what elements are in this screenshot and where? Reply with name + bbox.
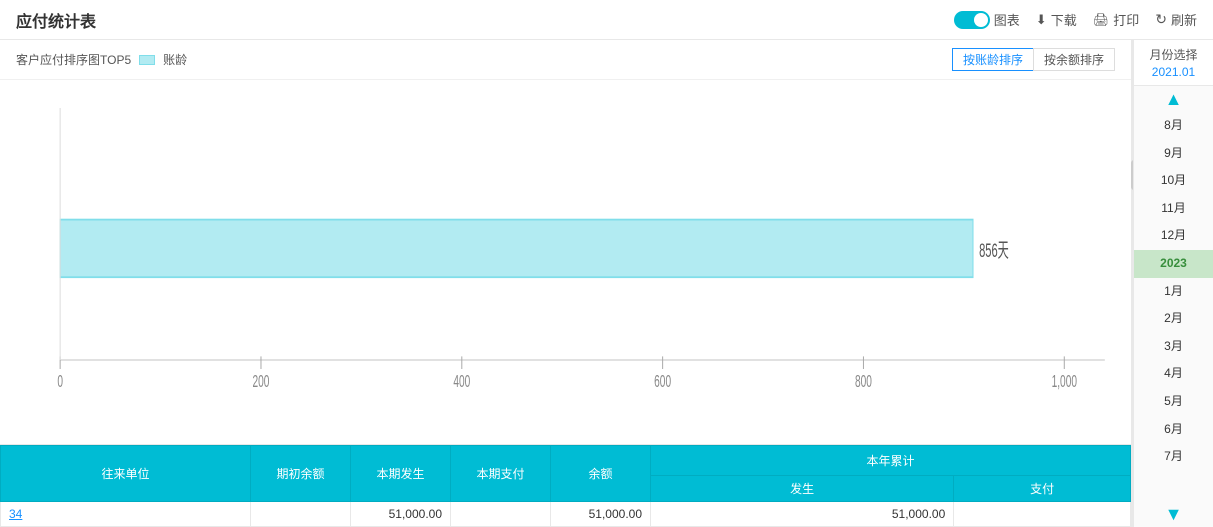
- chart-header: 客户应付排序图TOP5 账龄 按账龄排序 按余额排序: [0, 40, 1131, 80]
- col-payment-header: 本期支付: [451, 446, 551, 502]
- main-content: 客户应付排序图TOP5 账龄 按账龄排序 按余额排序 34: [0, 40, 1213, 527]
- svg-text:800: 800: [855, 372, 872, 392]
- sidebar-month-8[interactable]: 8月: [1134, 112, 1213, 140]
- sidebar-down-button[interactable]: ▼: [1134, 501, 1213, 527]
- legend-box: [139, 55, 155, 65]
- col-ytd-occurrence-header: 发生: [651, 476, 954, 502]
- opening-balance-cell: [251, 502, 351, 527]
- sidebar-month-5[interactable]: 5月: [1134, 388, 1213, 416]
- chart-area: 客户应付排序图TOP5 账龄 按账龄排序 按余额排序 34: [0, 40, 1131, 527]
- chart-svg: 34 856天 0 200: [50, 90, 1115, 414]
- sidebar-header: 月份选择 2021.01: [1134, 40, 1213, 86]
- balance-cell: 51,000.00: [551, 502, 651, 527]
- col-ytd-group-header: 本年累计: [651, 446, 1131, 476]
- legend-label: 客户应付排序图TOP5: [16, 51, 131, 68]
- print-icon: 🖨: [1093, 12, 1110, 28]
- sidebar-title: 月份选择: [1138, 46, 1209, 63]
- sort-by-amount-btn[interactable]: 按余额排序: [1033, 48, 1115, 71]
- chart-label: 图表: [994, 10, 1020, 29]
- col-ytd-payment-header: 支付: [954, 476, 1131, 502]
- unit-cell: 34: [1, 502, 251, 527]
- legend-box-label: 账龄: [163, 51, 187, 68]
- svg-text:1,000: 1,000: [1052, 372, 1077, 392]
- table-row: 34 51,000.00 51,000.00 51,000.00: [1, 502, 1131, 527]
- table-wrap: 往来单位 期初余额 本期发生 本期支付 余额 本年累计 发生 支付: [0, 445, 1131, 527]
- sidebar-current-month: 2021.01: [1138, 65, 1209, 79]
- sidebar-month-1[interactable]: 1月: [1134, 278, 1213, 306]
- col-opening-header: 期初余额: [251, 446, 351, 502]
- chart-legend: 客户应付排序图TOP5 账龄: [16, 51, 187, 68]
- ytd-payment-cell: [954, 502, 1131, 527]
- download-action[interactable]: ⬇ 下载: [1036, 10, 1077, 29]
- svg-text:200: 200: [253, 372, 270, 392]
- ytd-occurrence-cell: 51,000.00: [651, 502, 954, 527]
- current-occurrence-cell: 51,000.00: [351, 502, 451, 527]
- chart-toggle-action[interactable]: 图表: [954, 10, 1020, 29]
- download-label: 下载: [1051, 10, 1077, 29]
- sidebar-month-4[interactable]: 4月: [1134, 360, 1213, 388]
- sort-by-balance-btn[interactable]: 按账龄排序: [952, 48, 1033, 71]
- chart-sort-buttons: 按账龄排序 按余额排序: [952, 48, 1115, 71]
- sidebar-month-3[interactable]: 3月: [1134, 333, 1213, 361]
- chart-body: 34 856天 0 200: [0, 80, 1131, 444]
- chart-toggle-switch[interactable]: [954, 11, 990, 29]
- sidebar-year-2023[interactable]: 2023: [1134, 250, 1213, 278]
- sidebar-month-10[interactable]: 10月: [1134, 167, 1213, 195]
- sidebar-month-7[interactable]: 7月: [1134, 443, 1213, 471]
- table-area: 往来单位 期初余额 本期发生 本期支付 余额 本年累计 发生 支付: [0, 444, 1131, 527]
- sidebar-month-2[interactable]: 2月: [1134, 305, 1213, 333]
- col-balance-header: 余额: [551, 446, 651, 502]
- sidebar-month-12[interactable]: 12月: [1134, 222, 1213, 250]
- unit-link[interactable]: 34: [9, 507, 22, 521]
- col-unit-header: 往来单位: [1, 446, 251, 502]
- svg-text:856天: 856天: [979, 240, 1009, 262]
- refresh-label: 刷新: [1171, 10, 1197, 29]
- sidebar-month-6[interactable]: 6月: [1134, 416, 1213, 444]
- data-table: 往来单位 期初余额 本期发生 本期支付 余额 本年累计 发生 支付: [0, 445, 1131, 527]
- col-occurrence-header: 本期发生: [351, 446, 451, 502]
- svg-text:400: 400: [453, 372, 470, 392]
- header: 应付统计表 图表 ⬇ 下载 🖨 打印 ↻ 刷新: [0, 0, 1213, 40]
- refresh-action[interactable]: ↻ 刷新: [1155, 10, 1197, 29]
- sidebar-months: 8月 9月 10月 11月 12月 2023 1月 2月 3月 4月 5月 6月…: [1134, 112, 1213, 501]
- sidebar-month-9[interactable]: 9月: [1134, 140, 1213, 168]
- sidebar-up-button[interactable]: ▲: [1134, 86, 1213, 112]
- svg-text:600: 600: [654, 372, 671, 392]
- refresh-icon: ↻: [1155, 11, 1167, 28]
- sidebar-month-11[interactable]: 11月: [1134, 195, 1213, 223]
- current-payment-cell: [451, 502, 551, 527]
- app-container: 应付统计表 图表 ⬇ 下载 🖨 打印 ↻ 刷新: [0, 0, 1213, 527]
- print-action[interactable]: 🖨 打印: [1093, 10, 1140, 29]
- svg-text:0: 0: [57, 372, 63, 392]
- download-icon: ⬇: [1036, 12, 1047, 28]
- page-title: 应付统计表: [16, 8, 96, 32]
- print-label: 打印: [1113, 10, 1139, 29]
- sidebar: 月份选择 2021.01 ▲ 8月 9月 10月 11月 12月 2023 1月…: [1133, 40, 1213, 527]
- header-actions: 图表 ⬇ 下载 🖨 打印 ↻ 刷新: [954, 10, 1197, 29]
